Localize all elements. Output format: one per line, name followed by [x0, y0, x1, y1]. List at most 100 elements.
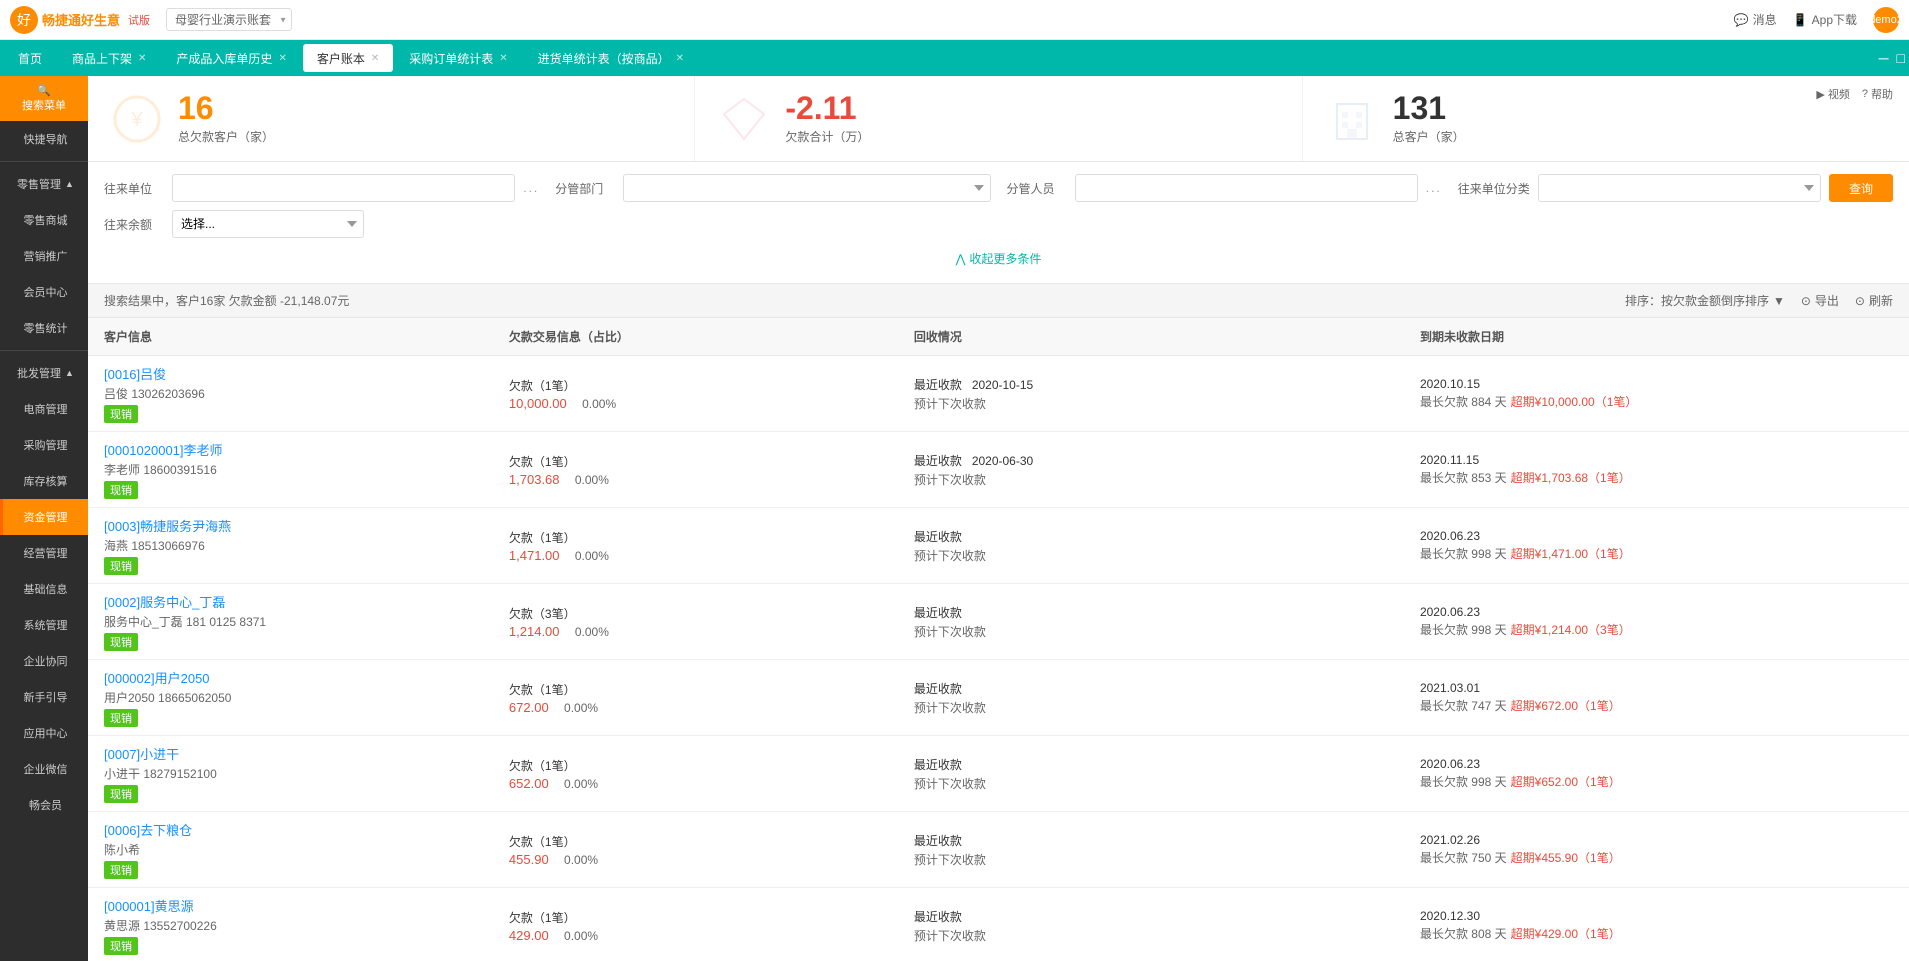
customer-name[interactable]: [0002]服务中心_丁磊	[104, 592, 477, 611]
customer-info-cell: [000002]用户2050 用户2050 18665062050 现销	[88, 660, 493, 736]
tab-customer-accounts[interactable]: 客户账本 ✕	[303, 44, 393, 72]
sidebar-item-marketing[interactable]: 营销推广	[0, 238, 88, 274]
sort-label: 排序：按欠款金额倒序排序	[1625, 292, 1769, 309]
sidebar-item-enterprise-collab[interactable]: 企业协同	[0, 643, 88, 679]
company-selector[interactable]: 母婴行业演示账套 ▼	[166, 8, 292, 31]
sidebar-item-system[interactable]: 系统管理	[0, 607, 88, 643]
stat-card-debt-total: -2.11 欠款合计（万）	[695, 76, 1302, 161]
maximize-icon[interactable]: □	[1897, 50, 1905, 66]
avatar[interactable]: demo2	[1873, 7, 1899, 33]
sidebar-item-chang-member[interactable]: 畅会员	[0, 787, 88, 823]
collection-next: 预计下次收款	[914, 395, 1388, 412]
tab-close-icon[interactable]: ✕	[138, 53, 146, 64]
sidebar-item-new-guide[interactable]: 新手引导	[0, 679, 88, 715]
sidebar-item-retail-mgmt[interactable]: 零售管理▲	[0, 166, 88, 202]
overdue-date: 2020.06.23	[1420, 529, 1893, 543]
person-input[interactable]	[1075, 174, 1418, 202]
debt-amount[interactable]: 429.00	[509, 928, 549, 943]
sidebar-item-inventory[interactable]: 库存核算	[0, 463, 88, 499]
debt-count: 欠款（1笔）	[509, 909, 882, 926]
tab-close-icon[interactable]: ✕	[499, 53, 507, 64]
overdue-link[interactable]: 超期¥455.90（1笔）	[1511, 849, 1621, 866]
customer-name[interactable]: [0003]畅捷服务尹海燕	[104, 516, 477, 535]
tab-close-icon[interactable]: ✕	[371, 53, 379, 64]
overdue-link[interactable]: 超期¥429.00（1笔）	[1511, 925, 1621, 942]
overdue-link[interactable]: 超期¥10,000.00（1笔）	[1511, 393, 1638, 410]
table-header-row: 客户信息 欠款交易信息（占比） 回收情况 到期未收款日期	[88, 318, 1909, 356]
source-unit-label: 往来单位	[104, 180, 164, 197]
debt-amount[interactable]: 1,471.00	[509, 548, 560, 563]
tab-close-icon[interactable]: ✕	[676, 53, 684, 64]
collapse-button[interactable]: ⋀ 收起更多条件	[104, 246, 1893, 271]
debt-amount[interactable]: 10,000.00	[509, 396, 567, 411]
dept-select[interactable]	[623, 174, 990, 202]
customer-info-cell: [0003]畅捷服务尹海燕 海燕 18513066976 现销	[88, 508, 493, 584]
sidebar-item-apps[interactable]: 应用中心	[0, 715, 88, 751]
overdue-link[interactable]: 超期¥1,471.00（1笔）	[1511, 545, 1631, 562]
debt-info-cell: 欠款（1笔） 10,000.00 0.00%	[493, 356, 898, 432]
debt-amount[interactable]: 1,703.68	[509, 472, 560, 487]
video-help-btn[interactable]: ▶ 视频	[1816, 86, 1849, 102]
tab-close-icon[interactable]: ✕	[278, 53, 286, 64]
debt-amount[interactable]: 455.90	[509, 852, 549, 867]
sidebar-item-quick-nav[interactable]: 快捷导航	[0, 121, 88, 157]
col-header-customer: 客户信息	[88, 318, 493, 356]
overdue-link[interactable]: 超期¥652.00（1笔）	[1511, 773, 1621, 790]
debt-count: 欠款（1笔）	[509, 757, 882, 774]
minimize-icon[interactable]: ─	[1879, 50, 1889, 66]
refresh-button[interactable]: ⊙ 刷新	[1855, 292, 1893, 309]
sidebar-item-purchase[interactable]: 采购管理	[0, 427, 88, 463]
sidebar-search[interactable]: 🔍 搜索菜单	[0, 76, 88, 121]
sidebar-item-enterprise-wechat[interactable]: 企业微信	[0, 751, 88, 787]
overdue-link[interactable]: 超期¥672.00（1笔）	[1511, 697, 1621, 714]
collection-info-cell: 最近收款 预计下次收款	[898, 812, 1404, 888]
overdue-date: 2020.11.15	[1420, 453, 1893, 467]
sidebar-item-members[interactable]: 会员中心	[0, 274, 88, 310]
unit-category-select[interactable]	[1538, 174, 1821, 202]
filter-row-1: 往来单位 ... 分管部门 分管人员 ... 往来单位分类	[104, 174, 1893, 202]
source-unit-input[interactable]	[172, 174, 515, 202]
debt-amount[interactable]: 672.00	[509, 700, 549, 715]
sidebar-item-ecommerce[interactable]: 电商管理	[0, 391, 88, 427]
tab-products-onoff[interactable]: 商品上下架 ✕	[58, 44, 160, 72]
sidebar-item-retail-stats[interactable]: 零售统计	[0, 310, 88, 346]
sort-selector[interactable]: 排序：按欠款金额倒序排序 ▼	[1625, 292, 1785, 309]
tab-products-history[interactable]: 产成品入库单历史 ✕	[162, 44, 300, 72]
customer-name[interactable]: [0001020001]李老师	[104, 440, 477, 459]
overdue-link[interactable]: 超期¥1,214.00（3笔）	[1511, 621, 1631, 638]
person-dots[interactable]: ...	[1426, 181, 1442, 195]
trial-tag[interactable]: 试版	[128, 12, 150, 28]
stat-icon-money: ¥	[112, 94, 162, 144]
stats-bar: ¥ 16 总欠款客户（家） -2.11 欠款合计（万）	[88, 76, 1909, 162]
debt-amount[interactable]: 1,214.00	[509, 624, 560, 639]
sidebar-item-retail-mall[interactable]: 零售商城	[0, 202, 88, 238]
customer-name[interactable]: [0016]吕俊	[104, 364, 477, 383]
debt-amount[interactable]: 652.00	[509, 776, 549, 791]
top-bar: 好 畅捷通好生意 试版 母婴行业演示账套 ▼ 💬 消息 📱 App下载 demo…	[0, 0, 1909, 40]
overdue-link[interactable]: 超期¥1,703.68（1笔）	[1511, 469, 1631, 486]
messages-btn[interactable]: 💬 消息	[1734, 11, 1777, 28]
source-unit-dots[interactable]: ...	[523, 181, 539, 195]
customer-name[interactable]: [000002]用户2050	[104, 668, 477, 687]
customer-name[interactable]: [0006]去下粮仓	[104, 820, 477, 839]
tab-purchase-goods[interactable]: 进货单统计表（按商品） ✕	[524, 44, 698, 72]
unit-category-label: 往来单位分类	[1458, 180, 1530, 197]
overdue-days: 最长欠款 998 天	[1420, 621, 1507, 638]
sidebar-item-wholesale-mgmt[interactable]: 批发管理▲	[0, 355, 88, 391]
customer-name[interactable]: [0007]小进干	[104, 744, 477, 763]
tab-home[interactable]: 首页	[4, 44, 56, 72]
filter-area: 往来单位 ... 分管部门 分管人员 ... 往来单位分类	[88, 162, 1909, 284]
collection-next: 预计下次收款	[914, 699, 1388, 716]
export-button[interactable]: ⊙ 导出	[1801, 292, 1839, 309]
search-button[interactable]: 查询	[1829, 174, 1893, 202]
sidebar-item-finance[interactable]: 资金管理	[0, 499, 88, 535]
customer-info-cell: [0007]小进干 小进干 18279152100 现销	[88, 736, 493, 812]
sidebar-item-basic-info[interactable]: 基础信息	[0, 571, 88, 607]
customer-name[interactable]: [000001]黄思源	[104, 896, 477, 915]
tab-purchase-stats[interactable]: 采购订单统计表 ✕	[395, 44, 521, 72]
app-download-btn[interactable]: 📱 App下载	[1793, 11, 1857, 28]
help-btn[interactable]: ? 帮助	[1862, 86, 1893, 102]
stat-top-actions: ▶ 视频 ? 帮助	[1816, 86, 1893, 102]
balance-select[interactable]: 选择...	[172, 210, 364, 238]
sidebar-item-operations[interactable]: 经营管理	[0, 535, 88, 571]
